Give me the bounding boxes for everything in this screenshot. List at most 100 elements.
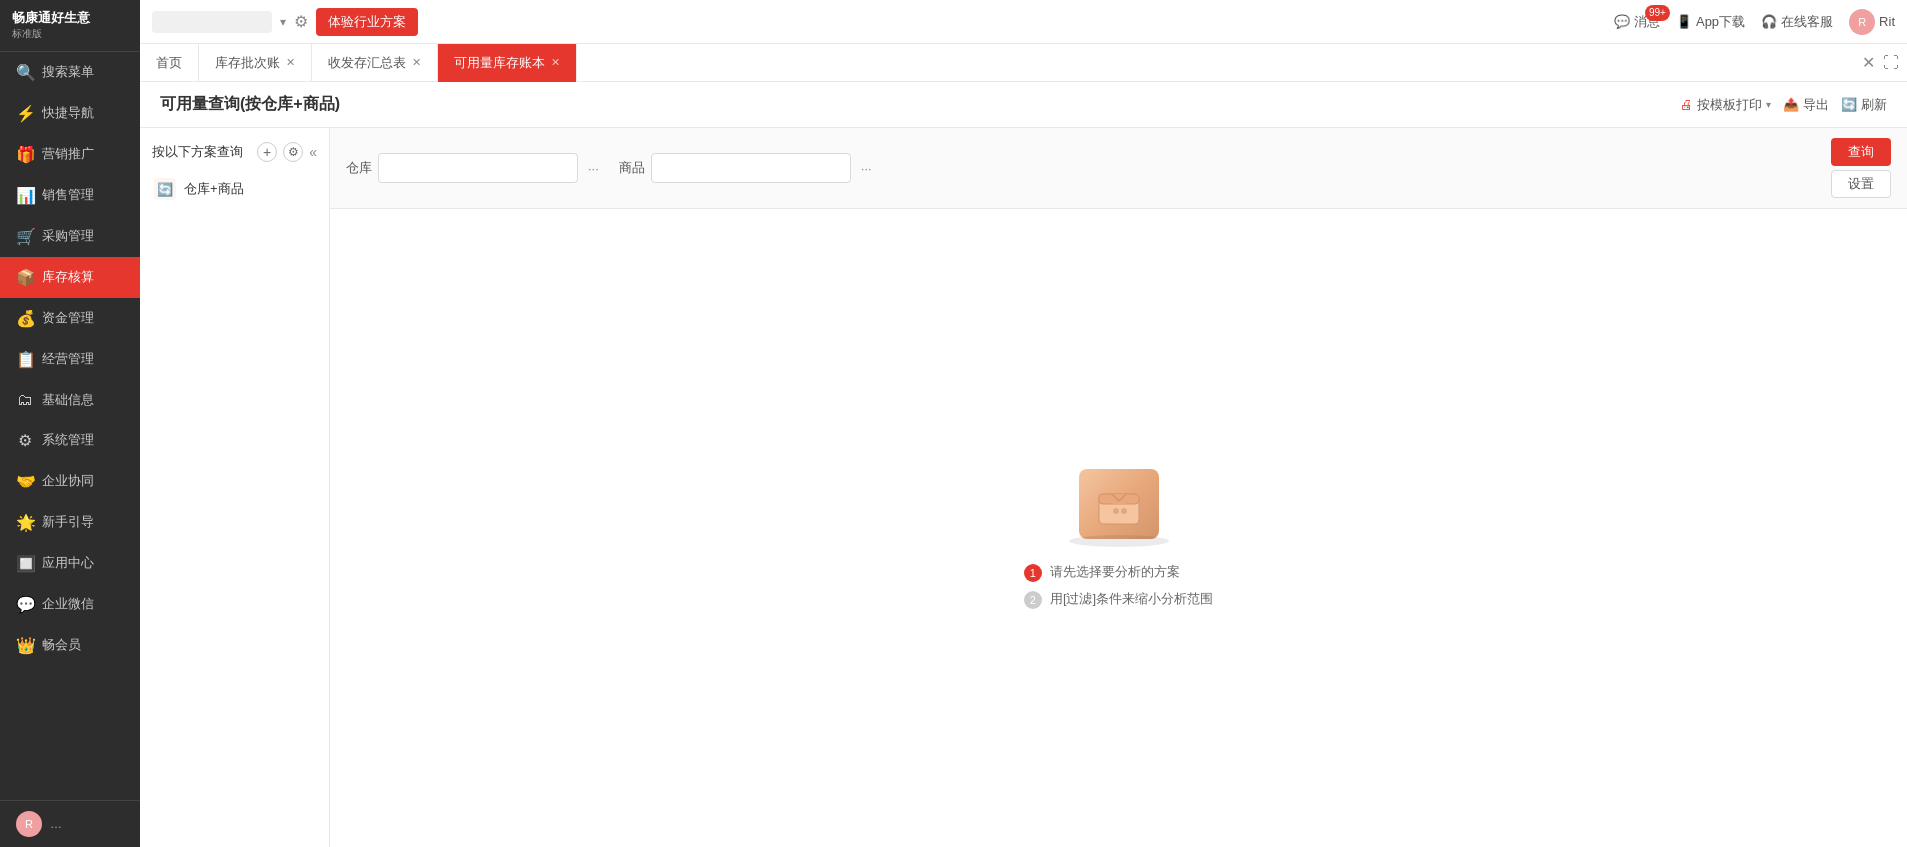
svg-point-4: [1121, 508, 1127, 514]
sidebar-item-operation[interactable]: 📋 经营管理: [0, 339, 140, 380]
sidebar-item-inventory[interactable]: 📦 库存核算: [0, 257, 140, 298]
warehouse-more-btn[interactable]: ···: [584, 161, 603, 176]
sidebar-item-label: 基础信息: [42, 391, 94, 409]
search-icon: 🔍: [16, 63, 34, 82]
sidebar-item-basics[interactable]: 🗂 基础信息: [0, 380, 140, 420]
filter-header: 按以下方案查询 + ⚙ «: [140, 138, 329, 170]
filter-actions: + ⚙ «: [257, 142, 317, 162]
sidebar-item-member[interactable]: 👑 畅会员: [0, 625, 140, 666]
app-icon: 📱: [1676, 14, 1692, 29]
money-icon: 💰: [16, 309, 34, 328]
sidebar-item-label: 经营管理: [42, 350, 94, 368]
sidebar-item-wechat[interactable]: 💬 企业微信: [0, 584, 140, 625]
print-btn[interactable]: 🖨 按模板打印 ▾: [1680, 96, 1771, 114]
filter-settings-button[interactable]: ⚙: [283, 142, 303, 162]
query-settings-button[interactable]: 设置: [1831, 170, 1891, 198]
goods-input[interactable]: [651, 153, 851, 183]
tabbar-right: ✕ ⛶: [1862, 53, 1907, 72]
topbar-search-input[interactable]: [152, 11, 272, 33]
filter-collapse-icon[interactable]: «: [309, 144, 317, 160]
hint-num-1: 1: [1024, 564, 1042, 582]
query-filters: 仓库 ··· 商品 ··· 查询 设置: [330, 128, 1907, 209]
query-btns: 查询 设置: [1831, 138, 1891, 198]
tab-summary-close[interactable]: ✕: [412, 56, 421, 69]
hint-num-2: 2: [1024, 591, 1042, 609]
box-icon: 📦: [16, 268, 34, 287]
gift-icon: 🎁: [16, 145, 34, 164]
export-icon: 📤: [1783, 97, 1799, 112]
user-avatar: R: [16, 811, 42, 837]
chat-icon: 💬: [16, 595, 34, 614]
filter-item-warehouse-goods[interactable]: 🔄 仓库+商品: [140, 170, 329, 208]
topbar-app-btn[interactable]: 📱 App下载: [1676, 13, 1745, 31]
refresh-btn[interactable]: 🔄 刷新: [1841, 96, 1887, 114]
topbar-user[interactable]: R Rit: [1849, 9, 1895, 35]
sidebar-bottom[interactable]: R …: [0, 800, 140, 847]
empty-shadow: [1069, 535, 1169, 547]
refresh-label: 刷新: [1861, 96, 1887, 114]
filter-item-icon: 🔄: [154, 178, 176, 200]
tab-batch[interactable]: 库存批次账 ✕: [199, 44, 312, 82]
handshake-icon: 🤝: [16, 472, 34, 491]
user-avatar: R: [1849, 9, 1875, 35]
topbar-service-label: 在线客服: [1781, 13, 1833, 31]
query-panel: 仓库 ··· 商品 ··· 查询 设置: [330, 128, 1907, 847]
folder-icon: 🗂: [16, 391, 34, 409]
sidebar-logo: 畅康通好生意 标准版: [0, 0, 140, 52]
warehouse-input[interactable]: [378, 153, 578, 183]
tab-summary[interactable]: 收发存汇总表 ✕: [312, 44, 438, 82]
empty-hint: 1 请先选择要分析的方案 2 用[过滤]条件来缩小分析范围: [1024, 563, 1213, 617]
export-label: 导出: [1803, 96, 1829, 114]
warehouse-filter-field: 仓库 ···: [346, 153, 603, 183]
sidebar-item-label: 系统管理: [42, 431, 94, 449]
sidebar-item-marketing[interactable]: 🎁 营销推广: [0, 134, 140, 175]
filter-panel: 按以下方案查询 + ⚙ « 🔄 仓库+商品: [140, 128, 330, 847]
tab-batch-close[interactable]: ✕: [286, 56, 295, 69]
chart-icon: 📊: [16, 186, 34, 205]
filter-add-button[interactable]: +: [257, 142, 277, 162]
topbar-right: 💬 消息 99+ 📱 App下载 🎧 在线客服 R Rit: [1614, 9, 1895, 35]
sidebar-item-label: 企业微信: [42, 595, 94, 613]
svg-point-3: [1113, 508, 1119, 514]
sidebar-item-search[interactable]: 🔍 搜索菜单: [0, 52, 140, 93]
filter-item-label: 仓库+商品: [184, 180, 244, 198]
industry-btn[interactable]: 体验行业方案: [316, 8, 418, 36]
sidebar: 畅康通好生意 标准版 🔍 搜索菜单 ⚡ 快捷导航 🎁 营销推广 📊 销售管理 🛒…: [0, 0, 140, 847]
sidebar-item-label: 采购管理: [42, 227, 94, 245]
lightning-icon: ⚡: [16, 104, 34, 123]
filter-header-label: 按以下方案查询: [152, 143, 243, 161]
tab-available-close[interactable]: ✕: [551, 56, 560, 69]
tabbar-close-icon[interactable]: ✕: [1862, 53, 1875, 72]
sidebar-item-shortcut[interactable]: ⚡ 快捷导航: [0, 93, 140, 134]
sidebar-item-apps[interactable]: 🔲 应用中心: [0, 543, 140, 584]
sidebar-item-system[interactable]: ⚙ 系统管理: [0, 420, 140, 461]
empty-box: [1079, 469, 1159, 539]
print-dropdown-icon[interactable]: ▾: [1766, 99, 1771, 110]
empty-hint-text-2: 用[过滤]条件来缩小分析范围: [1050, 590, 1213, 608]
topbar-username: Rit: [1879, 14, 1895, 29]
topbar-app-label: App下载: [1696, 13, 1745, 31]
sidebar-item-label: 销售管理: [42, 186, 94, 204]
sidebar-item-enterprise[interactable]: 🤝 企业协同: [0, 461, 140, 502]
tab-home[interactable]: 首页: [140, 44, 199, 82]
sidebar-item-newbie[interactable]: 🌟 新手引导: [0, 502, 140, 543]
sidebar-item-label: 资金管理: [42, 309, 94, 327]
sidebar-item-purchase[interactable]: 🛒 采购管理: [0, 216, 140, 257]
query-button[interactable]: 查询: [1831, 138, 1891, 166]
dropdown-icon[interactable]: ▾: [280, 15, 286, 29]
content-area: 按以下方案查询 + ⚙ « 🔄 仓库+商品 仓库 ···: [140, 128, 1907, 847]
warehouse-label: 仓库: [346, 159, 372, 177]
sidebar-item-sales[interactable]: 📊 销售管理: [0, 175, 140, 216]
sidebar-item-label: 企业协同: [42, 472, 94, 490]
topbar-msg-btn[interactable]: 💬 消息 99+: [1614, 13, 1660, 31]
tab-available[interactable]: 可用量库存账本 ✕: [438, 44, 577, 82]
goods-more-btn[interactable]: ···: [857, 161, 876, 176]
topbar-service-btn[interactable]: 🎧 在线客服: [1761, 13, 1833, 31]
topbar-gear-icon[interactable]: ⚙: [294, 12, 308, 31]
export-btn[interactable]: 📤 导出: [1783, 96, 1829, 114]
empty-hint-item-1: 1 请先选择要分析的方案: [1024, 563, 1213, 582]
sidebar-item-finance[interactable]: 💰 资金管理: [0, 298, 140, 339]
goods-filter-field: 商品 ···: [619, 153, 876, 183]
star-icon: 🌟: [16, 513, 34, 532]
tabbar-expand-icon[interactable]: ⛶: [1883, 54, 1899, 72]
